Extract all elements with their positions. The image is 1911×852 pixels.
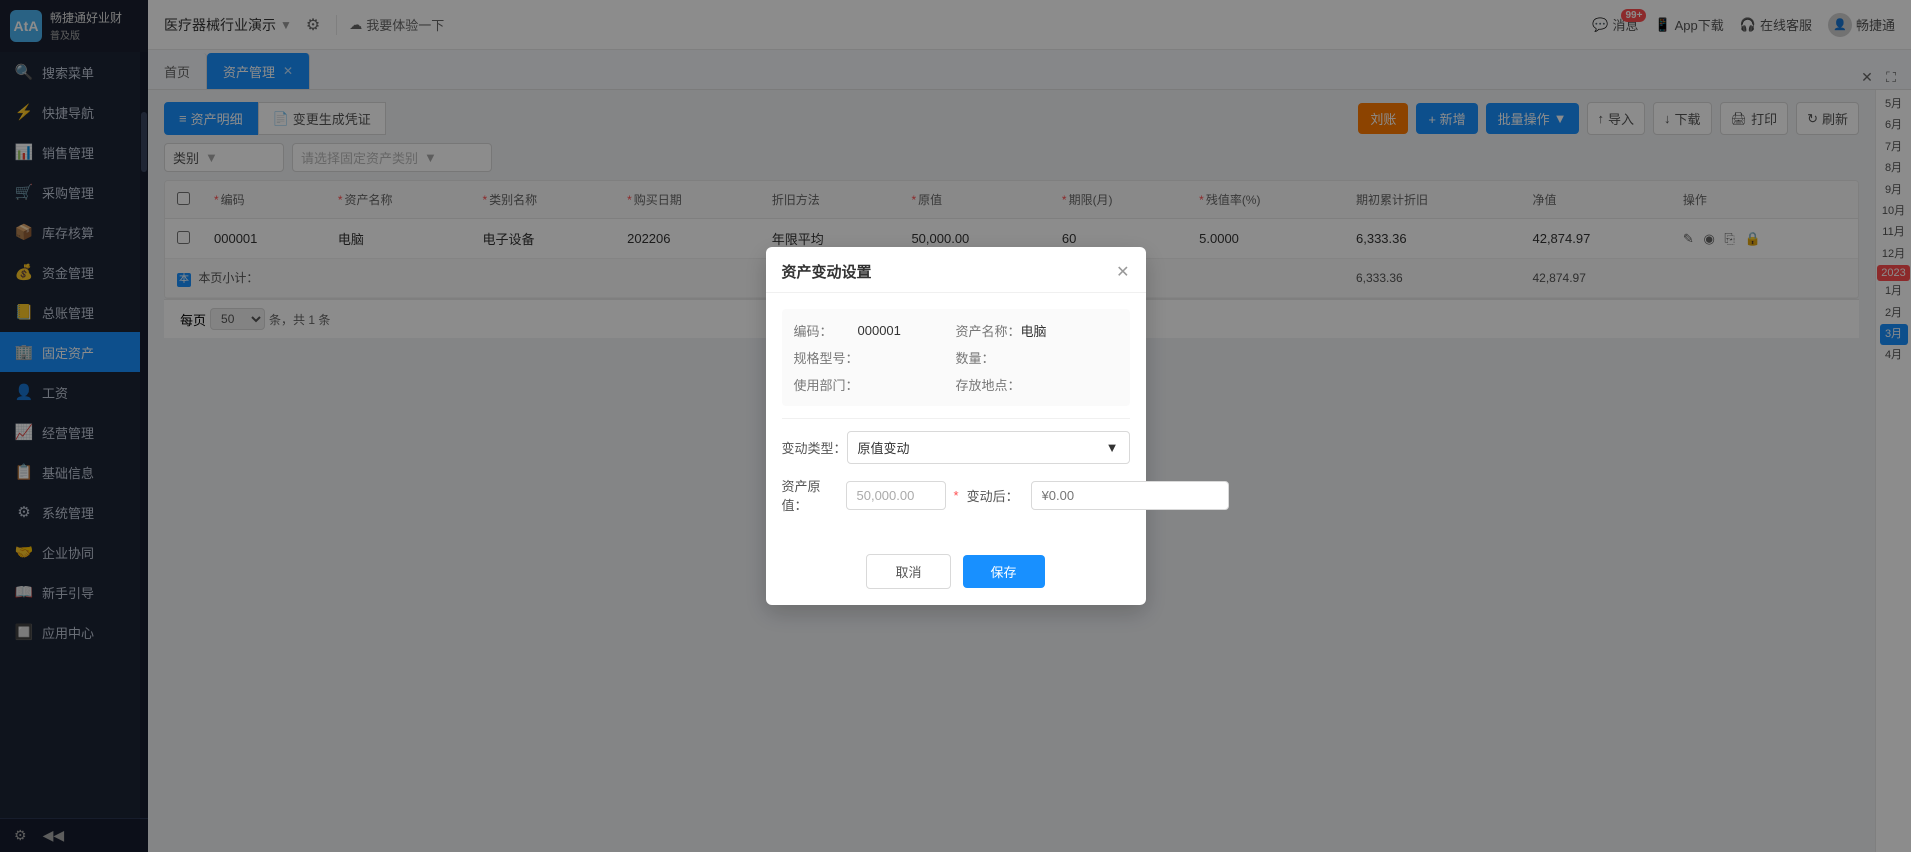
modal-asset-grid: 编码： 000001 资产名称： 电脑 规格型号： 数量： [794, 321, 1118, 394]
modal-dept-field: 使用部门： [794, 375, 956, 394]
spec-label: 规格型号： [794, 348, 859, 367]
save-btn[interactable]: 保存 [963, 555, 1045, 588]
dept-label: 使用部门： [794, 375, 859, 394]
select-arrow-icon: ▼ [1106, 440, 1119, 455]
location-label: 存放地点： [956, 375, 1021, 394]
after-change-label: 变动后： [967, 486, 1031, 505]
modal-header: 资产变动设置 ✕ [766, 247, 1146, 293]
change-type-select[interactable]: 原值变动 ▼ [847, 431, 1130, 464]
modal-footer: 取消 保存 [766, 542, 1146, 605]
original-value-display: 50,000.00 [846, 481, 946, 510]
value-row: 资产原值： 50,000.00 * 变动后： [782, 476, 1130, 514]
quantity-label: 数量： [956, 348, 1020, 367]
modal-quantity-field: 数量： [956, 348, 1118, 367]
original-value-label: 资产原值： [782, 476, 846, 514]
modal-close-btn[interactable]: ✕ [1116, 262, 1129, 282]
after-change-input[interactable] [1031, 481, 1229, 510]
code-value: 000001 [858, 323, 901, 338]
modal-location-field: 存放地点： [956, 375, 1118, 394]
change-type-row: 变动类型： 原值变动 ▼ [782, 431, 1130, 464]
modal-asset-change: 资产变动设置 ✕ 编码： 000001 资产名称： 电脑 规格型号： [766, 247, 1146, 605]
required-mark: * [954, 488, 959, 503]
code-label: 编码： [794, 321, 858, 340]
modal-code-field: 编码： 000001 [794, 321, 956, 340]
modal-body: 编码： 000001 资产名称： 电脑 规格型号： 数量： [766, 293, 1146, 542]
modal-name-field: 资产名称： 电脑 [956, 321, 1118, 340]
modal-overlay: 资产变动设置 ✕ 编码： 000001 资产名称： 电脑 规格型号： [0, 0, 1911, 852]
change-type-label: 变动类型： [782, 438, 847, 457]
change-type-value: 原值变动 [858, 438, 910, 457]
modal-asset-info: 编码： 000001 资产名称： 电脑 规格型号： 数量： [782, 309, 1130, 406]
modal-title: 资产变动设置 [782, 261, 872, 282]
cancel-btn[interactable]: 取消 [866, 554, 950, 589]
name-label: 资产名称： [956, 321, 1021, 340]
modal-divider [782, 418, 1130, 419]
modal-spec-field: 规格型号： [794, 348, 956, 367]
name-value: 电脑 [1021, 321, 1047, 340]
